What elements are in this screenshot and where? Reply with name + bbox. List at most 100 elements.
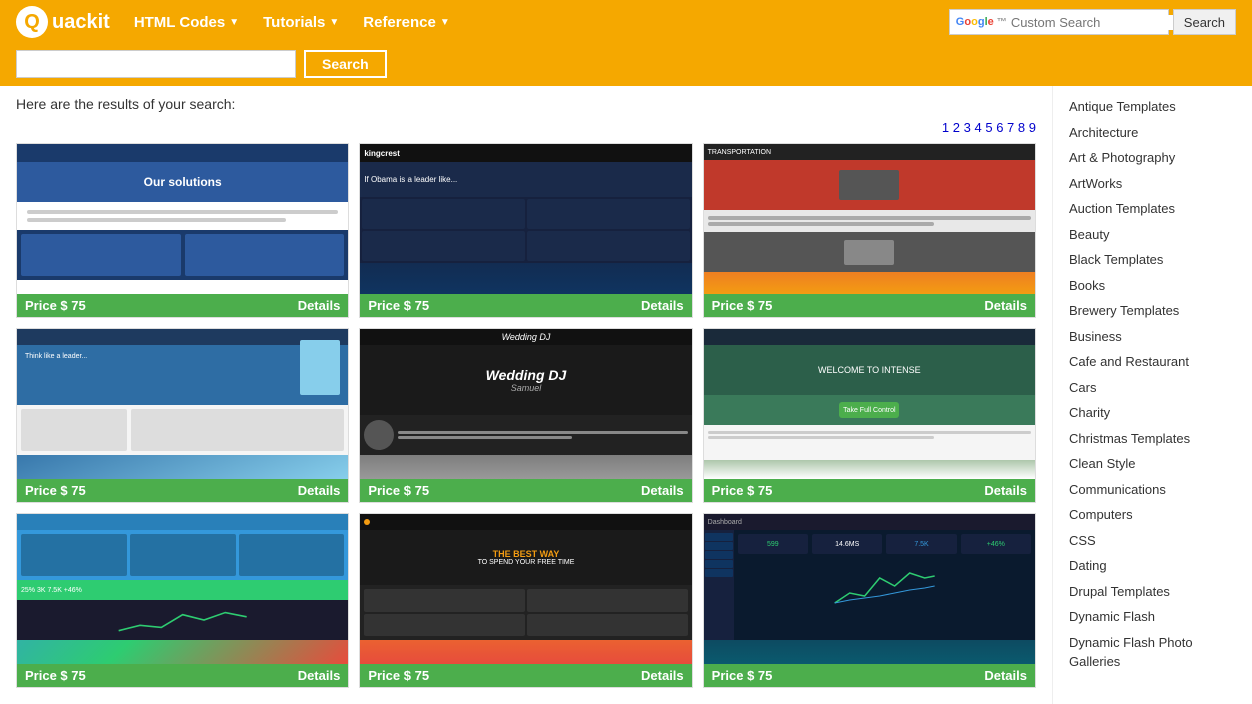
sub-search-bar: Search [0, 44, 1252, 86]
sidebar-item-clean-style[interactable]: Clean Style [1069, 451, 1236, 477]
sidebar-item-cars[interactable]: Cars [1069, 375, 1236, 401]
page-6[interactable]: 6 [996, 120, 1003, 135]
thumbnail-6: WELCOME TO INTENSE Take Full Control [704, 329, 1035, 479]
result-item-4[interactable]: Think like a leader... Price $ 75 Detail… [16, 328, 349, 503]
result-item-7[interactable]: 25% 3K 7.5K +46% Price $ 75 Details [16, 513, 349, 688]
google-logo: Google ™ [956, 16, 1007, 28]
result-item-9[interactable]: Dashboard [703, 513, 1036, 688]
sub-search-button[interactable]: Search [304, 50, 387, 78]
result-item-3[interactable]: TRANSPORTATION [703, 143, 1036, 318]
logo-text: uackit [52, 11, 110, 34]
price-label-5: Price $ 75 [368, 483, 429, 498]
page-9[interactable]: 9 [1029, 120, 1036, 135]
sidebar-item-dating[interactable]: Dating [1069, 553, 1236, 579]
price-label-6: Price $ 75 [712, 483, 773, 498]
thumbnail-1: Our solutions [17, 144, 348, 294]
details-link-1[interactable]: Details [298, 298, 341, 313]
content-area: Here are the results of your search: 1 2… [0, 86, 1052, 704]
sidebar-item-antique-templates[interactable]: Antique Templates [1069, 94, 1236, 120]
result-item-5[interactable]: Wedding DJ Wedding DJ Samuel [359, 328, 692, 503]
header-search-button[interactable]: Search [1173, 9, 1236, 35]
details-link-3[interactable]: Details [984, 298, 1027, 313]
details-link-6[interactable]: Details [984, 483, 1027, 498]
results-text: Here are the results of your search: [16, 96, 1036, 112]
price-label-9: Price $ 75 [712, 668, 773, 683]
price-bar-2: Price $ 75 Details [360, 294, 691, 317]
page-8[interactable]: 8 [1018, 120, 1025, 135]
result-item-6[interactable]: WELCOME TO INTENSE Take Full Control [703, 328, 1036, 503]
price-bar-3: Price $ 75 Details [704, 294, 1035, 317]
page-1[interactable]: 1 [942, 120, 949, 135]
sidebar-item-books[interactable]: Books [1069, 273, 1236, 299]
sidebar-item-css[interactable]: CSS [1069, 528, 1236, 554]
sidebar-item-dynamic-flash[interactable]: Dynamic Flash [1069, 604, 1236, 630]
page-4[interactable]: 4 [974, 120, 981, 135]
sidebar-item-business[interactable]: Business [1069, 324, 1236, 350]
logo[interactable]: Q uackit [16, 6, 110, 38]
nav-reference[interactable]: Reference ▼ [363, 14, 449, 31]
sidebar-item-computers[interactable]: Computers [1069, 502, 1236, 528]
sidebar: Antique Templates Architecture Art & Pho… [1052, 86, 1252, 704]
sidebar-item-beauty[interactable]: Beauty [1069, 222, 1236, 248]
chevron-down-icon: ▼ [329, 17, 339, 28]
price-bar-1: Price $ 75 Details [17, 294, 348, 317]
header: Q uackit HTML Codes ▼ Tutorials ▼ Refere… [0, 0, 1252, 44]
results-grid: Our solutions Price $ 75 D [16, 143, 1036, 688]
thumbnail-8: THE BEST WAY TO SPEND YOUR FREE TIME [360, 514, 691, 664]
header-search-input[interactable] [1011, 15, 1187, 30]
thumbnail-4: Think like a leader... [17, 329, 348, 479]
sidebar-item-cafe-restaurant[interactable]: Cafe and Restaurant [1069, 349, 1236, 375]
result-item-1[interactable]: Our solutions Price $ 75 D [16, 143, 349, 318]
thumbnail-9: Dashboard [704, 514, 1035, 664]
logo-q-icon: Q [16, 6, 48, 38]
main-layout: Here are the results of your search: 1 2… [0, 86, 1252, 704]
page-3[interactable]: 3 [964, 120, 971, 135]
pagination: 1 2 3 4 5 6 7 8 9 [16, 120, 1036, 135]
sidebar-item-artworks[interactable]: ArtWorks [1069, 171, 1236, 197]
chevron-down-icon: ▼ [440, 17, 450, 28]
sidebar-item-art-photography[interactable]: Art & Photography [1069, 145, 1236, 171]
sidebar-item-drupal-templates[interactable]: Drupal Templates [1069, 579, 1236, 605]
header-search-area: Google ™ Search [949, 9, 1236, 35]
sidebar-item-auction-templates[interactable]: Auction Templates [1069, 196, 1236, 222]
details-link-4[interactable]: Details [298, 483, 341, 498]
details-link-2[interactable]: Details [641, 298, 684, 313]
nav-tutorials[interactable]: Tutorials ▼ [263, 14, 339, 31]
sidebar-item-black-templates[interactable]: Black Templates [1069, 247, 1236, 273]
sub-search-input[interactable] [16, 50, 296, 78]
thumbnail-7: 25% 3K 7.5K +46% [17, 514, 348, 664]
sidebar-item-charity[interactable]: Charity [1069, 400, 1236, 426]
price-label-1: Price $ 75 [25, 298, 86, 313]
price-bar-6: Price $ 75 Details [704, 479, 1035, 502]
sidebar-item-brewery-templates[interactable]: Brewery Templates [1069, 298, 1236, 324]
sidebar-item-communications[interactable]: Communications [1069, 477, 1236, 503]
page-2[interactable]: 2 [953, 120, 960, 135]
price-label-8: Price $ 75 [368, 668, 429, 683]
price-label-3: Price $ 75 [712, 298, 773, 313]
price-bar-8: Price $ 75 Details [360, 664, 691, 687]
price-label-4: Price $ 75 [25, 483, 86, 498]
details-link-9[interactable]: Details [984, 668, 1027, 683]
chevron-down-icon: ▼ [229, 17, 239, 28]
price-bar-9: Price $ 75 Details [704, 664, 1035, 687]
sidebar-item-christmas-templates[interactable]: Christmas Templates [1069, 426, 1236, 452]
thumbnail-3: TRANSPORTATION [704, 144, 1035, 294]
thumbnail-5: Wedding DJ Wedding DJ Samuel [360, 329, 691, 479]
result-item-2[interactable]: kingcrest If Obama is a leader like... [359, 143, 692, 318]
price-bar-5: Price $ 75 Details [360, 479, 691, 502]
sidebar-item-dynamic-flash-photo-galleries[interactable]: Dynamic Flash Photo Galleries [1069, 630, 1236, 675]
result-item-8[interactable]: THE BEST WAY TO SPEND YOUR FREE TIME [359, 513, 692, 688]
price-bar-7: Price $ 75 Details [17, 664, 348, 687]
page-7[interactable]: 7 [1007, 120, 1014, 135]
sidebar-item-architecture[interactable]: Architecture [1069, 120, 1236, 146]
details-link-7[interactable]: Details [298, 668, 341, 683]
price-label-2: Price $ 75 [368, 298, 429, 313]
price-label-7: Price $ 75 [25, 668, 86, 683]
page-5[interactable]: 5 [985, 120, 992, 135]
google-search-box: Google ™ [949, 9, 1169, 35]
price-bar-4: Price $ 75 Details [17, 479, 348, 502]
details-link-8[interactable]: Details [641, 668, 684, 683]
nav-html-codes[interactable]: HTML Codes ▼ [134, 14, 239, 31]
thumbnail-2: kingcrest If Obama is a leader like... [360, 144, 691, 294]
details-link-5[interactable]: Details [641, 483, 684, 498]
